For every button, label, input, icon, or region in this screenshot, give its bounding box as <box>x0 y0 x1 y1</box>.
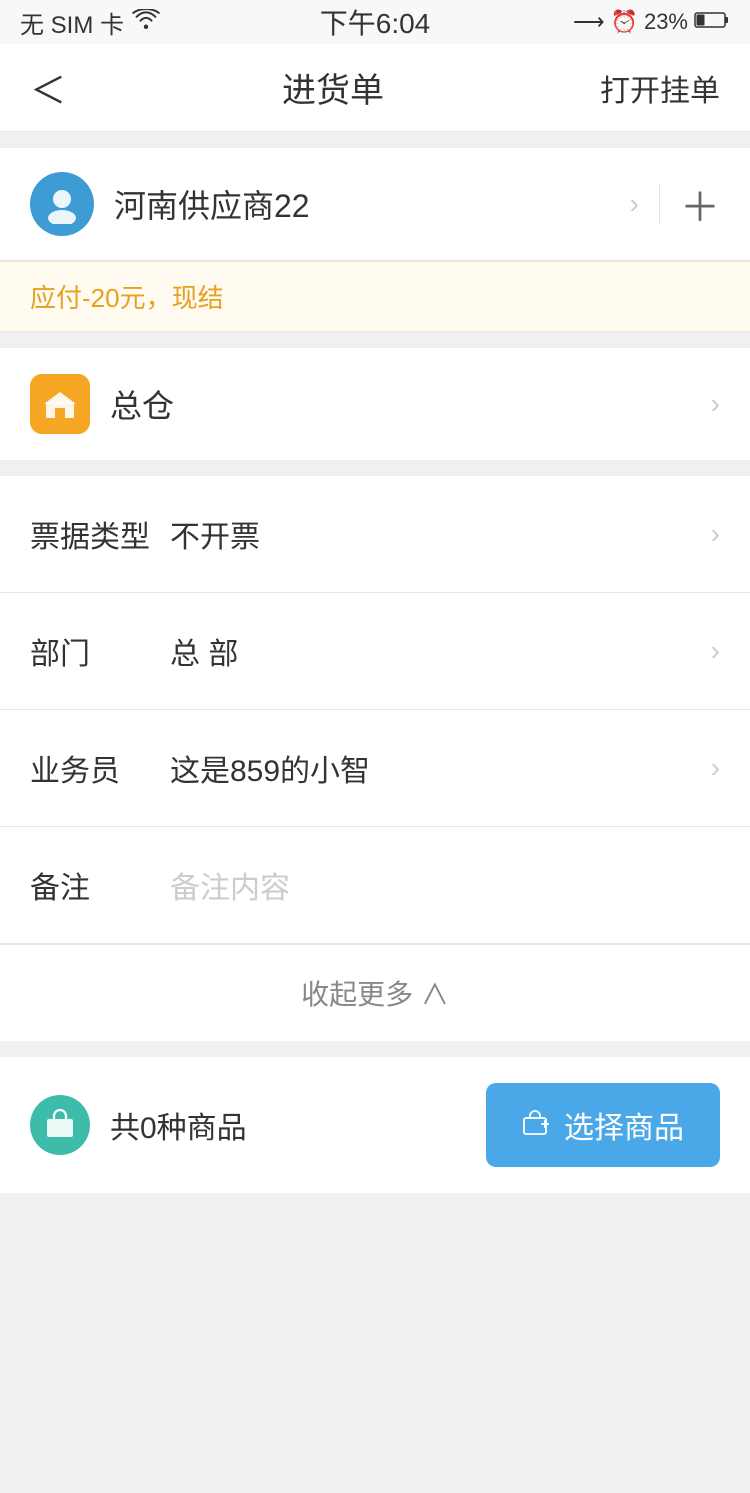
supplier-actions: › ＋ <box>630 175 720 233</box>
supplier-row[interactable]: 河南供应商22 › ＋ <box>0 148 750 261</box>
section-divider-1 <box>0 132 750 148</box>
warehouse-name: 总仓 <box>110 381 711 427</box>
bottom-section: 共0种商品 选择商品 <box>0 1057 750 1193</box>
goods-count: 共0种商品 <box>110 1103 466 1147</box>
select-goods-button[interactable]: 选择商品 <box>486 1083 720 1167</box>
goods-icon <box>30 1095 90 1155</box>
status-time: 下午6:04 <box>320 2 431 42</box>
add-supplier-icon[interactable]: ＋ <box>680 175 720 233</box>
dept-label: 部门 <box>30 629 170 673</box>
invoice-value: 不开票 <box>170 512 711 556</box>
open-pending-button[interactable]: 打开挂单 <box>600 66 720 110</box>
supplier-avatar <box>30 172 94 236</box>
invoice-type-row[interactable]: 票据类型 不开票 › <box>0 476 750 593</box>
invoice-chevron-icon: › <box>711 518 720 550</box>
salesperson-value: 这是859的小智 <box>170 746 711 790</box>
supplier-chevron-icon: › <box>630 188 639 220</box>
remark-input[interactable]: 备注内容 <box>170 863 720 907</box>
supplier-section: 河南供应商22 › ＋ 应付-20元，现结 <box>0 148 750 332</box>
wifi-icon <box>132 8 160 36</box>
back-button[interactable]: ＜ <box>30 62 66 114</box>
collapse-label: 收起更多 ∧ <box>301 973 449 1013</box>
salesperson-row[interactable]: 业务员 这是859的小智 › <box>0 710 750 827</box>
status-right: ⟶ ⏰ 23% <box>573 9 730 35</box>
dept-value: 总 部 <box>170 629 711 673</box>
divider-vertical <box>659 184 660 224</box>
invoice-label: 票据类型 <box>30 512 170 556</box>
form-section: 票据类型 不开票 › 部门 总 部 › 业务员 这是859的小智 › 备注 备注… <box>0 476 750 1041</box>
section-divider-3 <box>0 460 750 476</box>
select-goods-icon <box>522 1110 552 1140</box>
battery-text: 23% <box>644 9 688 35</box>
warehouse-chevron-icon: › <box>711 388 720 420</box>
section-divider-2 <box>0 332 750 348</box>
select-goods-label: 选择商品 <box>564 1103 684 1147</box>
status-bar: 无 SIM 卡 下午6:04 ⟶ ⏰ 23% <box>0 0 750 44</box>
collapse-row[interactable]: 收起更多 ∧ <box>0 944 750 1041</box>
carrier-text: 无 SIM 卡 <box>20 5 124 40</box>
alarm-icon: ⏰ <box>611 9 638 35</box>
notice-text: 应付-20元，现结 <box>30 283 224 313</box>
page-background <box>0 1193 750 1493</box>
page-title: 进货单 <box>282 63 384 112</box>
remark-label: 备注 <box>30 863 170 907</box>
notice-banner: 应付-20元，现结 <box>0 261 750 332</box>
battery-icon <box>694 9 730 35</box>
dept-row[interactable]: 部门 总 部 › <box>0 593 750 710</box>
location-icon: ⟶ <box>573 9 605 35</box>
warehouse-section: 总仓 › <box>0 348 750 460</box>
warehouse-row[interactable]: 总仓 › <box>0 348 750 460</box>
status-left: 无 SIM 卡 <box>20 5 160 40</box>
salesperson-chevron-icon: › <box>711 752 720 784</box>
nav-bar: ＜ 进货单 打开挂单 <box>0 44 750 132</box>
dept-chevron-icon: › <box>711 635 720 667</box>
salesperson-label: 业务员 <box>30 746 170 790</box>
remark-row[interactable]: 备注 备注内容 <box>0 827 750 944</box>
warehouse-icon <box>30 374 90 434</box>
supplier-name: 河南供应商22 <box>114 181 630 227</box>
